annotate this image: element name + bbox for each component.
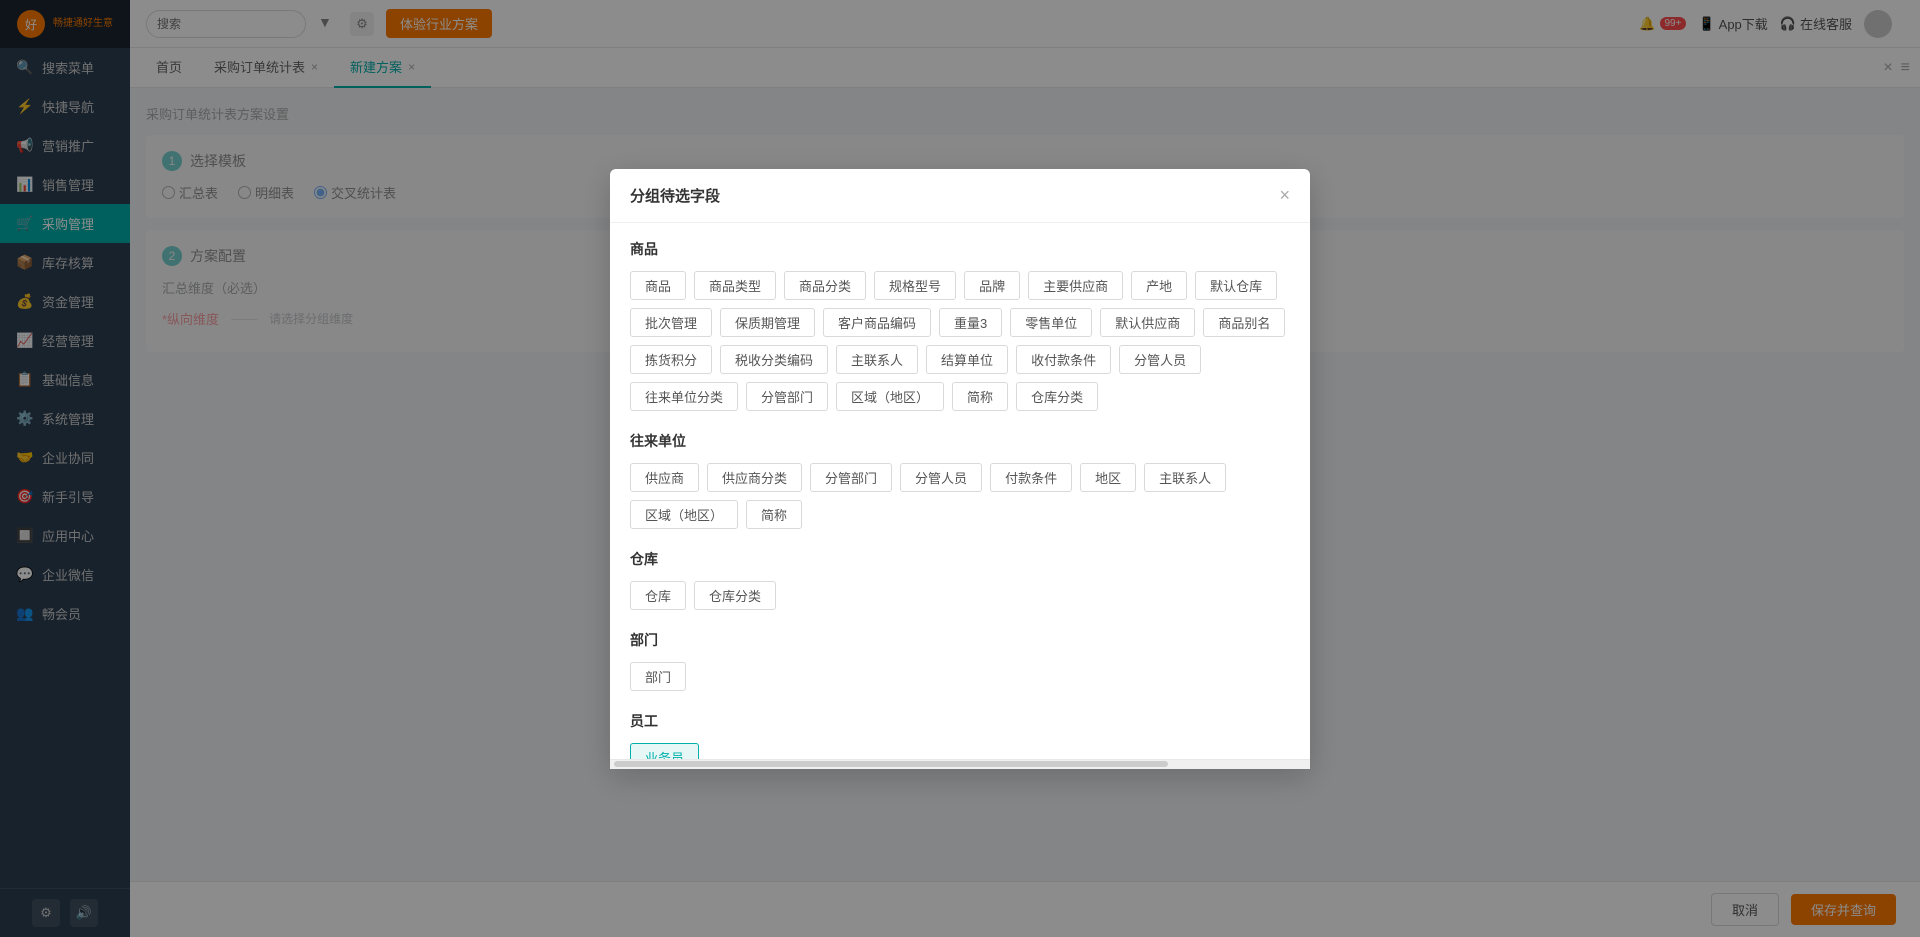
dialog-body: 商品 商品 商品类型 商品分类 规格型号 品牌 主要供应商 产地 默认仓库 批次… xyxy=(610,223,1310,760)
dialog-close-btn[interactable]: × xyxy=(1279,186,1290,204)
field-tag[interactable]: 区域（地区） xyxy=(630,500,738,529)
field-tag[interactable]: 分管人员 xyxy=(900,463,982,492)
field-tag[interactable]: 商品 xyxy=(630,271,686,300)
field-tag[interactable]: 供应商 xyxy=(630,463,699,492)
field-tag[interactable]: 主联系人 xyxy=(1144,463,1226,492)
field-tag[interactable]: 零售单位 xyxy=(1010,308,1092,337)
field-tag[interactable]: 供应商分类 xyxy=(707,463,802,492)
field-tag[interactable]: 拣货积分 xyxy=(630,345,712,374)
counterparts-field-tags: 供应商 供应商分类 分管部门 分管人员 付款条件 地区 主联系人 区域（地区） … xyxy=(630,463,1290,529)
section-counterparts: 往来单位 供应商 供应商分类 分管部门 分管人员 付款条件 地区 主联系人 区域… xyxy=(630,431,1290,529)
section-department: 部门 部门 xyxy=(630,630,1290,691)
field-tag[interactable]: 分管人员 xyxy=(1119,345,1201,374)
field-tag[interactable]: 产地 xyxy=(1131,271,1187,300)
field-tag[interactable]: 收付款条件 xyxy=(1016,345,1111,374)
field-tag[interactable]: 商品分类 xyxy=(784,271,866,300)
field-tag[interactable]: 部门 xyxy=(630,662,686,691)
field-tag[interactable]: 税收分类编码 xyxy=(720,345,828,374)
field-tag[interactable]: 重量3 xyxy=(939,308,1002,337)
field-tag[interactable]: 仓库 xyxy=(630,581,686,610)
section-staff: 员工 业务员 xyxy=(630,711,1290,760)
field-tag[interactable]: 往来单位分类 xyxy=(630,382,738,411)
warehouse-field-tags: 仓库 仓库分类 xyxy=(630,581,1290,610)
field-tag[interactable]: 规格型号 xyxy=(874,271,956,300)
field-tag[interactable]: 批次管理 xyxy=(630,308,712,337)
staff-field-tags: 业务员 xyxy=(630,743,1290,760)
field-tag-staff[interactable]: 业务员 xyxy=(630,743,699,760)
field-tag[interactable]: 结算单位 xyxy=(926,345,1008,374)
field-tag[interactable]: 主联系人 xyxy=(836,345,918,374)
section-goods-title: 商品 xyxy=(630,239,1290,259)
section-counterparts-title: 往来单位 xyxy=(630,431,1290,451)
field-tag[interactable]: 分管部门 xyxy=(746,382,828,411)
field-tag[interactable]: 品牌 xyxy=(964,271,1020,300)
section-goods: 商品 商品 商品类型 商品分类 规格型号 品牌 主要供应商 产地 默认仓库 批次… xyxy=(630,239,1290,411)
dialog-header: 分组待选字段 × xyxy=(610,169,1310,223)
field-tag[interactable]: 商品别名 xyxy=(1203,308,1285,337)
department-field-tags: 部门 xyxy=(630,662,1290,691)
field-tag[interactable]: 简称 xyxy=(952,382,1008,411)
field-tag[interactable]: 仓库分类 xyxy=(1016,382,1098,411)
field-tag[interactable]: 默认供应商 xyxy=(1100,308,1195,337)
dialog-title: 分组待选字段 xyxy=(630,185,720,206)
section-warehouse-title: 仓库 xyxy=(630,549,1290,569)
section-warehouse: 仓库 仓库 仓库分类 xyxy=(630,549,1290,610)
field-tag[interactable]: 保质期管理 xyxy=(720,308,815,337)
section-staff-title: 员工 xyxy=(630,711,1290,731)
field-tag[interactable]: 付款条件 xyxy=(990,463,1072,492)
goods-field-tags: 商品 商品类型 商品分类 规格型号 品牌 主要供应商 产地 默认仓库 批次管理 … xyxy=(630,271,1290,411)
field-tag[interactable]: 主要供应商 xyxy=(1028,271,1123,300)
dialog-hscrollbar-thumb xyxy=(614,761,1168,767)
field-tag[interactable]: 区域（地区） xyxy=(836,382,944,411)
field-tag[interactable]: 仓库分类 xyxy=(694,581,776,610)
field-tag[interactable]: 简称 xyxy=(746,500,802,529)
field-tag[interactable]: 地区 xyxy=(1080,463,1136,492)
field-tag[interactable]: 客户商品编码 xyxy=(823,308,931,337)
dialog-hscrollbar[interactable] xyxy=(610,759,1310,768)
field-select-dialog: 分组待选字段 × 商品 商品 商品类型 商品分类 规格型号 品牌 主要供应商 产… xyxy=(610,169,1310,769)
field-tag[interactable]: 默认仓库 xyxy=(1195,271,1277,300)
section-department-title: 部门 xyxy=(630,630,1290,650)
field-tag[interactable]: 商品类型 xyxy=(694,271,776,300)
field-tag[interactable]: 分管部门 xyxy=(810,463,892,492)
